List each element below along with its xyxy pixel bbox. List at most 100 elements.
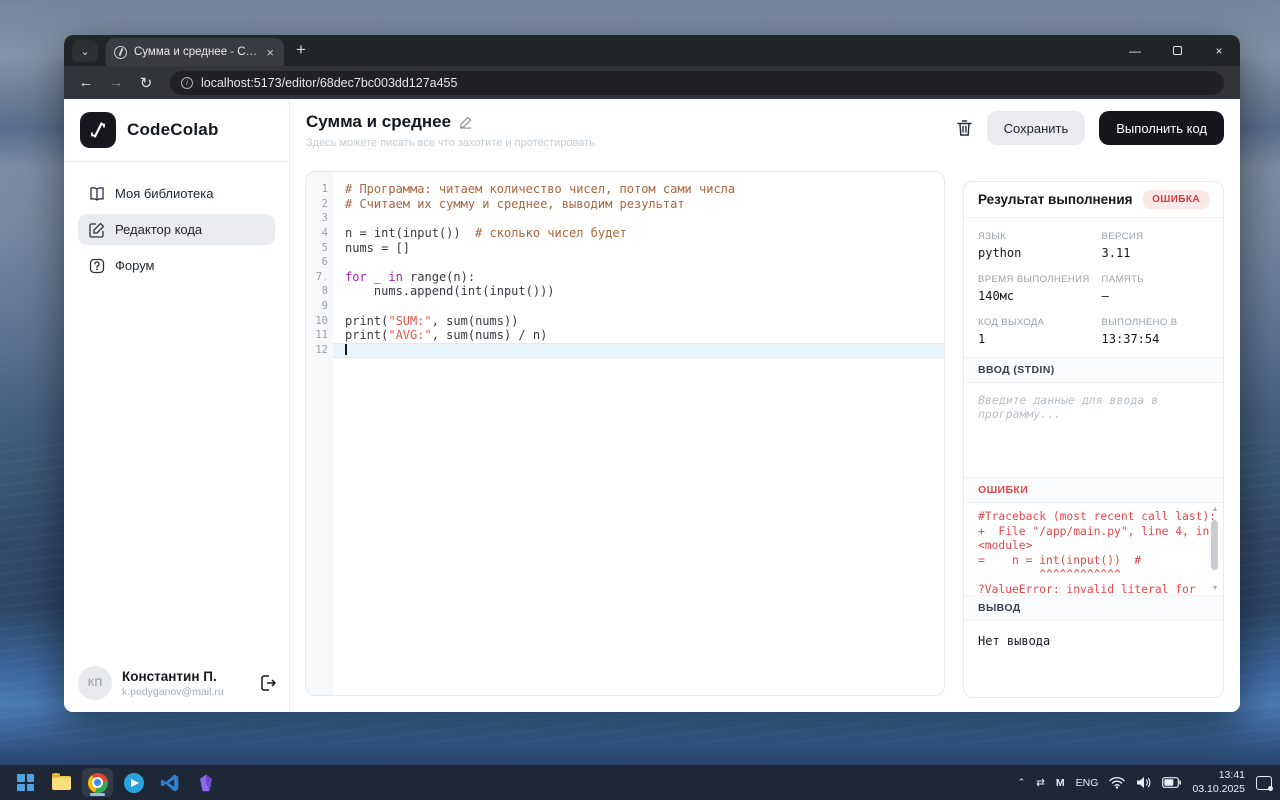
browser-tab[interactable]: Сумма и среднее - CodeColab × (106, 38, 284, 66)
edit-title-icon[interactable] (459, 116, 472, 129)
chrome-button[interactable] (82, 768, 113, 797)
tray-sync-icon[interactable]: ⇄ (1036, 777, 1045, 789)
file-explorer-button[interactable] (46, 768, 77, 797)
editor-code-area[interactable]: # Программа: читаем количество чисел, по… (333, 172, 944, 695)
code-line: # Считаем их сумму и среднее, выводим ре… (345, 196, 685, 211)
reload-button[interactable]: ↻ (134, 74, 158, 92)
header-actions: Сохранить Выполнить код (956, 111, 1224, 145)
logout-icon[interactable] (257, 673, 277, 693)
tab-title: Сумма и среднее - CodeColab (134, 46, 257, 58)
app-page: CodeColab Моя библиотека Редактор кода Фор… (64, 99, 1240, 712)
line-number: 10 (315, 314, 328, 327)
page-title: Сумма и среднее (306, 112, 452, 131)
clock[interactable]: 13:41 03.10.2025 (1192, 769, 1245, 796)
save-button[interactable]: Сохранить (986, 111, 1086, 145)
stdin-input[interactable] (964, 383, 1223, 477)
tab-search-button[interactable]: ⌄ (72, 40, 98, 62)
meta-cell: ЯЗЫК python (978, 231, 1022, 260)
main-area: Сумма и среднее Здесь можете писать все … (290, 99, 1240, 712)
code-line: print("SUM:", sum(nums)) (345, 313, 519, 328)
taskbar: ⌃ ⇄ M ENG 13:41 03.10.2025 (0, 765, 1280, 800)
brand-name: CodeColab (127, 120, 219, 139)
delete-icon[interactable] (956, 119, 973, 137)
sidebar-item-library[interactable]: Моя библиотека (78, 178, 275, 209)
notification-icon[interactable] (1256, 775, 1273, 791)
tray-app-icon[interactable]: M (1056, 777, 1065, 789)
run-code-button[interactable]: Выполнить код (1099, 111, 1224, 145)
text-cursor (345, 344, 347, 356)
sidebar-item-editor[interactable]: Редактор кода (78, 214, 275, 245)
error-traceback: #Traceback (most recent call last): + Fil… (978, 510, 1217, 595)
address-bar[interactable]: i localhost:5173/editor/68dec7bc003dd127… (170, 70, 1224, 95)
back-button[interactable]: ← (74, 74, 98, 91)
telegram-button[interactable] (118, 768, 149, 797)
code-line: nums.append(int(input())) (345, 284, 555, 299)
meta-cell: КОД ВЫХОДА 1 (978, 317, 1045, 346)
system-tray: ⌃ ⇄ M ENG 13:41 03.10.2025 (1018, 765, 1273, 800)
chevron-down-icon: ⌄ (80, 45, 90, 58)
browser-window: ⌄ Сумма и среднее - CodeColab × + — × ← … (64, 35, 1240, 712)
forward-button[interactable]: → (104, 74, 128, 91)
code-line: n = int(input()) # сколько чисел будет (345, 225, 627, 240)
vscode-icon (160, 774, 178, 791)
tray-date: 03.10.2025 (1192, 782, 1245, 795)
volume-icon[interactable] (1136, 776, 1151, 789)
codecolab-logo-icon (80, 112, 116, 148)
chrome-icon (87, 772, 108, 793)
line-number: 11 (315, 329, 328, 342)
user-avatar: КП (78, 666, 112, 700)
meta-cell: ПАМЯТЬ — (1101, 274, 1144, 303)
code-line: for _ in range(n): (345, 269, 476, 284)
hidden-icons-chevron[interactable]: ⌃ (1018, 777, 1026, 788)
user-block[interactable]: КП Константин П. k.podyganov@mail.ru (78, 666, 277, 700)
tab-close-icon[interactable]: × (264, 45, 276, 60)
sidebar: CodeColab Моя библиотека Редактор кода Фор… (64, 99, 290, 712)
errors-output[interactable]: #Traceback (most recent call last): + Fil… (964, 503, 1223, 595)
telegram-icon (123, 772, 144, 793)
wifi-icon[interactable] (1109, 776, 1126, 789)
user-email: k.podyganov@mail.ru (122, 685, 224, 698)
scrollbar-thumb[interactable] (1211, 520, 1218, 570)
sidebar-menu: Моя библиотека Редактор кода Форум (64, 162, 289, 302)
new-tab-button[interactable]: + (296, 40, 306, 60)
errors-section-label: ОШИБКИ (964, 477, 1223, 503)
taskbar-apps (10, 765, 221, 800)
line-number: 4 (321, 226, 328, 239)
program-output: Нет вывода (978, 634, 1051, 648)
code-editor[interactable]: 1 2 3 4 5 6 7⌄ 8 9 10 11 12 # Программа: читаем кол… (305, 171, 945, 696)
brand: CodeColab (64, 99, 289, 162)
site-favicon-icon (114, 45, 127, 59)
scroll-down-icon[interactable]: ▼ (1209, 585, 1221, 592)
sidebar-item-label: Моя библиотека (115, 186, 214, 201)
vscode-button[interactable] (154, 768, 185, 797)
battery-icon[interactable] (1162, 777, 1182, 788)
line-number: 3 (321, 212, 328, 225)
scroll-up-icon[interactable]: ▲ (1209, 506, 1221, 513)
result-title: Результат выполнения (978, 192, 1133, 207)
url-text: localhost:5173/editor/68dec7bc003dd127a4… (201, 75, 458, 90)
code-line: # Программа: читаем количество чисел, по… (345, 182, 736, 196)
sidebar-item-forum[interactable]: Форум (78, 250, 275, 281)
desktop-wallpaper: ⌄ Сумма и среднее - CodeColab × + — × ← … (0, 0, 1280, 800)
browser-tab-strip: ⌄ Сумма и среднее - CodeColab × + — × (64, 35, 1240, 66)
code-line: nums = [] (345, 240, 411, 255)
site-info-icon[interactable]: i (181, 76, 193, 89)
windows-logo-icon (17, 774, 34, 791)
browser-toolbar: ← → ↻ i localhost:5173/editor/68dec7bc00… (64, 66, 1240, 384)
obsidian-button[interactable] (190, 768, 221, 797)
errors-scrollbar[interactable]: ▲ ▼ (1209, 506, 1221, 592)
line-number: 8 (321, 285, 328, 298)
result-header: Результат выполнения ОШИБКА (964, 182, 1223, 218)
start-button[interactable] (10, 768, 41, 797)
sidebar-item-label: Форум (115, 258, 155, 273)
user-name: Константин П. (122, 668, 217, 684)
line-number: 12 (315, 344, 328, 357)
result-panel: Результат выполнения ОШИБКА ЯЗЫК python ВЕ… (963, 181, 1224, 698)
line-number: 7⌄ (315, 270, 328, 283)
editor-gutter: 1 2 3 4 5 6 7⌄ 8 9 10 11 12 (306, 172, 333, 695)
language-indicator[interactable]: ENG (1076, 777, 1099, 789)
code-line (333, 343, 944, 358)
fold-chevron-icon[interactable]: ⌄ (323, 273, 328, 282)
